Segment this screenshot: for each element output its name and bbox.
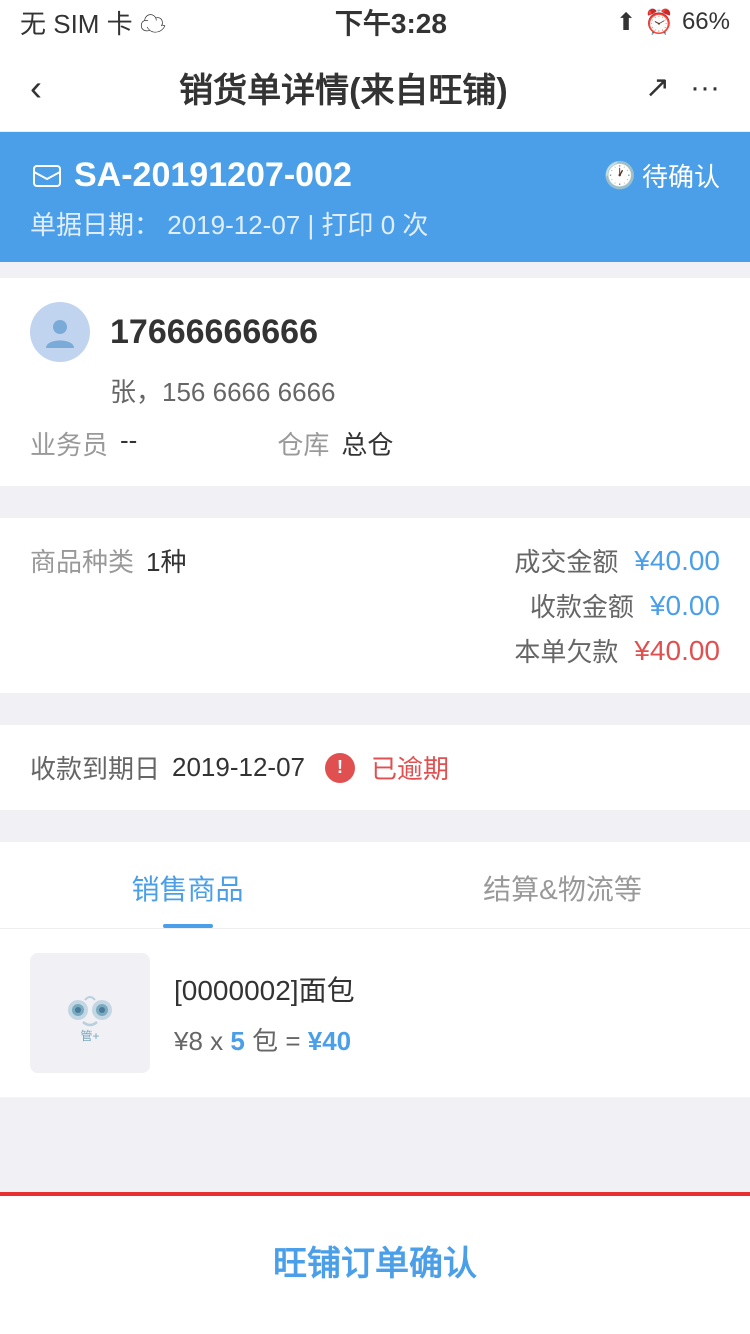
customer-section: 17666666666 张，156 6666 6666 业务员 -- 仓库 总仓: [0, 278, 750, 486]
tab-sales[interactable]: 销售商品: [0, 842, 375, 928]
tabs-row: 销售商品 结算&物流等: [0, 842, 750, 929]
debt-value: ¥40.00: [634, 635, 720, 667]
product-name: [0000002]面包: [174, 969, 720, 1009]
overdue-icon: !: [325, 753, 355, 783]
warehouse-value: 总仓: [341, 425, 393, 462]
sales-value: --: [120, 425, 137, 462]
transaction-label: 成交金额: [514, 542, 618, 579]
date-info: 单据日期： 2019-12-07 | 打印 0 次: [30, 205, 720, 242]
clock-icon: 🕐: [604, 160, 636, 191]
warehouse-label: 仓库: [277, 425, 329, 462]
status-bar-right: ⬆ ⏰ 66%: [616, 8, 730, 37]
confirm-button[interactable]: 旺铺订单确认: [30, 1216, 720, 1304]
product-price: ¥8 x 5 包 = ¥40: [174, 1021, 720, 1058]
divider-1: [0, 486, 750, 502]
due-date: 2019-12-07: [172, 752, 305, 783]
product-info: [0000002]面包 ¥8 x 5 包 = ¥40: [174, 969, 720, 1058]
divider-2: [0, 693, 750, 709]
summary-section: 商品种类 1种 成交金额 ¥40.00 收款金额 ¥0.00 本单欠款 ¥40.…: [0, 518, 750, 693]
overdue-text: 已逾期: [371, 749, 449, 786]
divider-3: [0, 810, 750, 826]
svg-text:管+: 管+: [80, 1028, 99, 1043]
confirm-button-wrap: 旺铺订单确认: [0, 1192, 750, 1334]
order-icon: [30, 159, 64, 193]
back-button[interactable]: ‹: [30, 67, 42, 109]
battery-status: 66%: [682, 8, 730, 36]
product-item: 管+ [0000002]面包 ¥8 x 5 包 = ¥40: [0, 929, 750, 1098]
debt-amount-row: 本单欠款 ¥40.00: [514, 632, 720, 669]
product-type: 商品种类 1种: [30, 542, 186, 579]
customer-phone: 17666666666: [110, 313, 318, 352]
payment-value: ¥0.00: [650, 590, 720, 622]
more-icon[interactable]: ···: [690, 71, 720, 105]
due-section: 收款到期日 2019-12-07 ! 已逾期: [0, 725, 750, 810]
customer-name: 张，156 6666 6666: [110, 372, 720, 409]
status-bar: 无 SIM 卡 ☁ 下午3:28 ⬆ ⏰ 66%: [0, 0, 750, 44]
tab-settlement[interactable]: 结算&物流等: [375, 842, 750, 928]
alarm-icon: ⏰: [644, 8, 674, 37]
header-card: SA-20191207-002 🕐 待确认 单据日期： 2019-12-07 |…: [0, 132, 750, 262]
page-title: 销货单详情(来自旺铺): [179, 63, 508, 112]
summary-left: 商品种类 1种: [30, 542, 186, 579]
order-number: SA-20191207-002: [30, 156, 352, 195]
payment-amount-row: 收款金额 ¥0.00: [530, 587, 720, 624]
customer-meta: 业务员 -- 仓库 总仓: [30, 425, 720, 462]
payment-label: 收款金额: [530, 587, 634, 624]
transaction-value: ¥40.00: [634, 545, 720, 577]
avatar: [30, 302, 90, 362]
debt-label: 本单欠款: [514, 632, 618, 669]
status-bar-time: 下午3:28: [335, 2, 447, 42]
product-qty: 5: [230, 1026, 244, 1056]
summary-right: 成交金额 ¥40.00 收款金额 ¥0.00 本单欠款 ¥40.00: [514, 542, 720, 669]
nav-actions: ↗ ···: [645, 70, 720, 105]
product-thumbnail: 管+: [30, 953, 150, 1073]
status-bar-left: 无 SIM 卡 ☁: [20, 4, 166, 41]
product-total: ¥40: [308, 1026, 351, 1056]
share-icon[interactable]: ↗: [645, 70, 670, 105]
tabs-section: 销售商品 结算&物流等 管+: [0, 842, 750, 1098]
sales-label: 业务员: [30, 425, 108, 462]
transaction-amount-row: 成交金额 ¥40.00: [514, 542, 720, 579]
status-badge: 🕐 待确认: [604, 157, 720, 194]
nav-bar: ‹ 销货单详情(来自旺铺) ↗ ···: [0, 44, 750, 132]
sim-status: 无 SIM 卡 ☁: [20, 4, 166, 41]
location-icon: ⬆: [616, 8, 636, 37]
due-label: 收款到期日: [30, 749, 160, 786]
